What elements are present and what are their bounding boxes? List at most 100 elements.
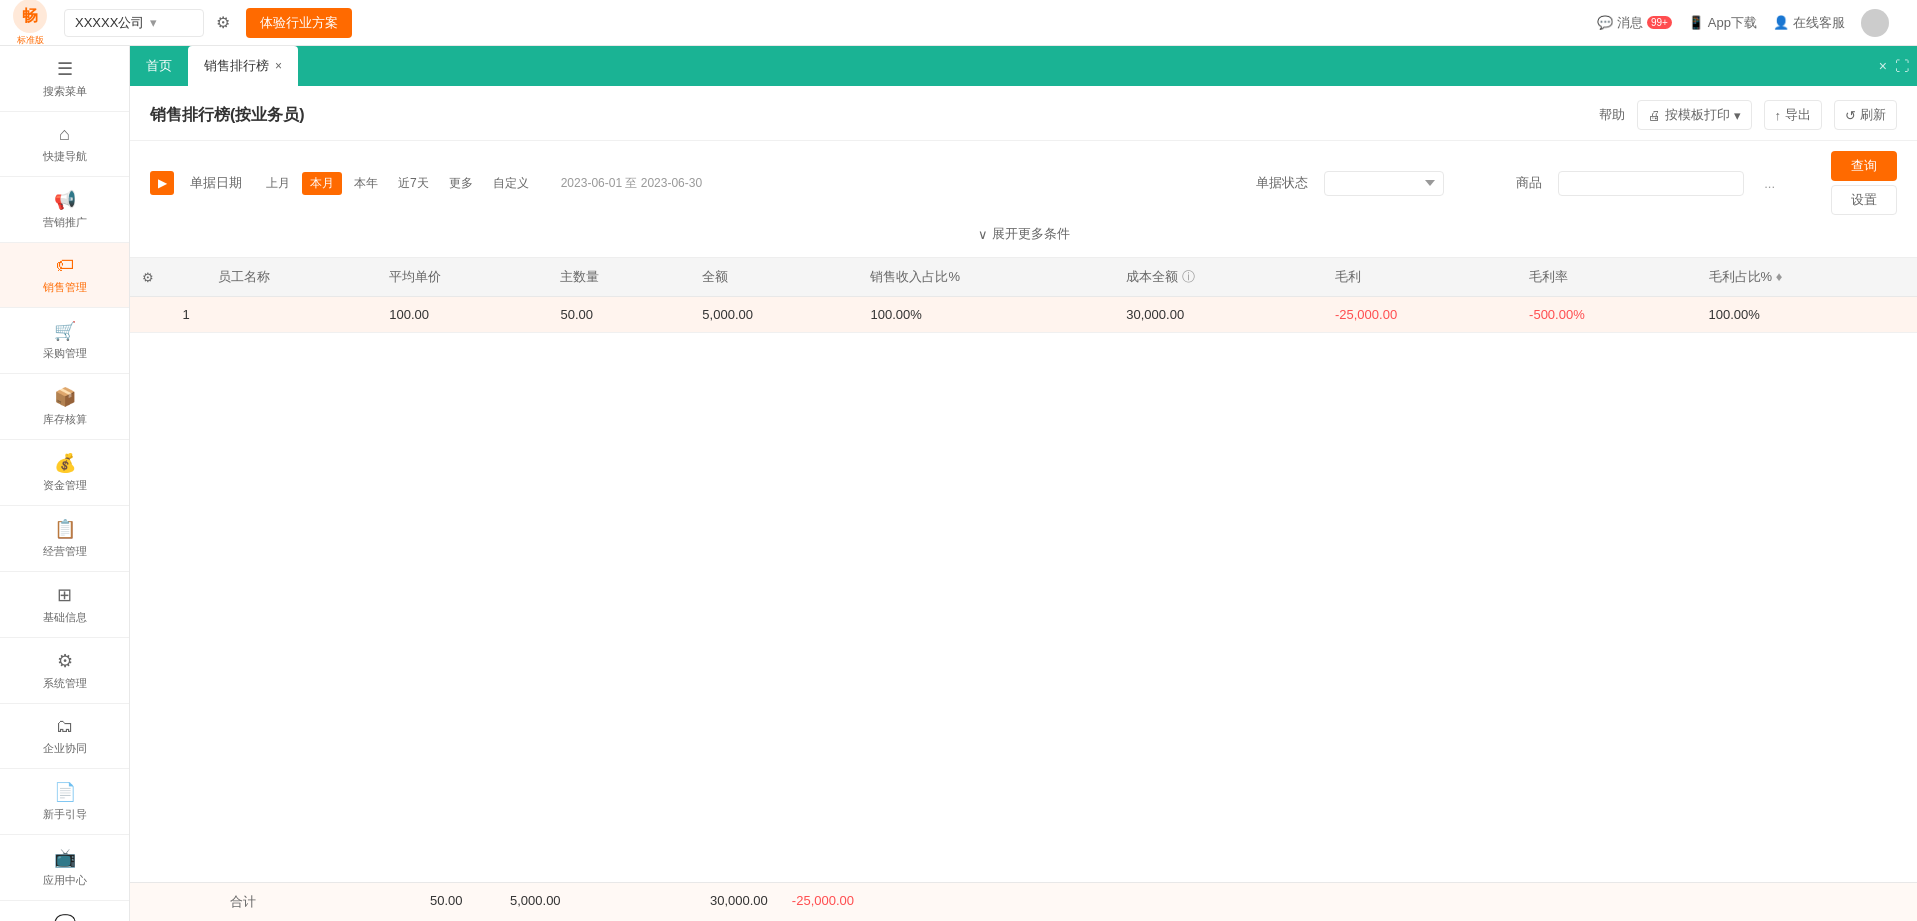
footer-amount: 5,000.00: [498, 893, 578, 911]
online-service-button[interactable]: 👤 在线客服: [1773, 14, 1845, 32]
date-filter-label: 单据日期: [190, 174, 242, 192]
row-settings-cell: [130, 297, 166, 333]
guide-icon: 📄: [54, 781, 76, 803]
last-month-button[interactable]: 上月: [258, 172, 298, 195]
export-label: 导出: [1785, 106, 1811, 124]
col-cost-amount-label: 成本全额: [1126, 269, 1178, 284]
col-avg-price-label: 平均单价: [389, 269, 441, 284]
message-icon: 💬: [1597, 15, 1613, 30]
sidebar-item-finance[interactable]: 💰 资金管理: [0, 440, 129, 506]
col-settings[interactable]: ⚙: [130, 258, 166, 297]
help-button[interactable]: 帮助: [1599, 106, 1625, 124]
window-close-icon[interactable]: ×: [1879, 58, 1887, 74]
headset-icon: 👤: [1773, 15, 1789, 30]
template-print-button[interactable]: 🖨 按模板打印 ▾: [1637, 100, 1752, 130]
query-button[interactable]: 查询: [1831, 151, 1897, 181]
row-avg-price-cell: 100.00: [377, 297, 548, 333]
row-sales-pct-cell: 100.00%: [858, 297, 1114, 333]
print-icon: 🖨: [1648, 108, 1661, 123]
trial-button[interactable]: 体验行业方案: [246, 8, 352, 38]
sidebar-item-enterprise[interactable]: 🗂 企业协同: [0, 704, 129, 769]
footer-qty: 50.00: [418, 893, 498, 911]
col-gross-pct: 毛利占比% ♦: [1697, 258, 1917, 297]
more-date-button[interactable]: 更多: [441, 172, 481, 195]
row-amount-cell: 5,000.00: [690, 297, 858, 333]
sidebar-item-quicknav[interactable]: ⌂ 快捷导航: [0, 112, 129, 177]
messages-button[interactable]: 💬 消息 99+: [1597, 14, 1672, 32]
sidebar-item-purchase[interactable]: 🛒 采购管理: [0, 308, 129, 374]
message-badge: 99+: [1647, 16, 1672, 29]
chevron-down-icon: ▾: [150, 15, 157, 30]
sidebar-item-operations[interactable]: 📋 经营管理: [0, 506, 129, 572]
export-button[interactable]: ↑ 导出: [1764, 100, 1823, 130]
status-filter-label: 单据状态: [1256, 174, 1308, 192]
col-qty-label: 主数量: [560, 269, 599, 284]
row-rank-cell: 1: [166, 297, 206, 333]
goods-input[interactable]: [1558, 171, 1744, 196]
sidebar-label-system: 系统管理: [43, 676, 87, 691]
sidebar-label-guide: 新手引导: [43, 807, 87, 822]
operations-icon: 📋: [54, 518, 76, 540]
table-row: 1 100.00 50.00 5,000.00 100.00% 30,000.0…: [130, 297, 1917, 333]
row-qty-cell: 50.00: [548, 297, 690, 333]
app-download-label: App下载: [1708, 14, 1757, 32]
app-download-button[interactable]: 📱 App下载: [1688, 14, 1757, 32]
collapse-arrow-button[interactable]: ▶: [150, 171, 174, 195]
sidebar-item-app-center[interactable]: 📺 应用中心: [0, 835, 129, 901]
col-gross-profit: 毛利: [1323, 258, 1517, 297]
sidebar-item-system[interactable]: ⚙ 系统管理: [0, 638, 129, 704]
sidebar-label-finance: 资金管理: [43, 478, 87, 493]
sidebar-item-basic-info[interactable]: ⊞ 基础信息: [0, 572, 129, 638]
wechat-icon: 💬: [54, 913, 76, 921]
last7days-button[interactable]: 近7天: [390, 172, 437, 195]
row-gross-profit-cell: -25,000.00: [1323, 297, 1517, 333]
sidebar-item-marketing[interactable]: 📢 营销推广: [0, 177, 129, 243]
sidebar-item-wechat[interactable]: 💬 企业微信: [0, 901, 129, 921]
sidebar-item-search[interactable]: ☰ 搜索菜单: [0, 46, 129, 112]
footer-rank-col: [178, 893, 218, 911]
finance-icon: 💰: [54, 452, 76, 474]
export-icon: ↑: [1775, 108, 1782, 123]
user-avatar[interactable]: [1861, 9, 1889, 37]
inventory-icon: 📦: [54, 386, 76, 408]
status-select[interactable]: [1324, 171, 1444, 196]
custom-date-button[interactable]: 自定义: [485, 172, 537, 195]
current-month-button[interactable]: 本月: [302, 172, 342, 195]
message-label: 消息: [1617, 14, 1643, 32]
expand-conditions-label: 展开更多条件: [992, 225, 1070, 243]
refresh-button[interactable]: ↺ 刷新: [1834, 100, 1897, 130]
app-center-icon: 📺: [54, 847, 76, 869]
footer-cost-amount: 30,000.00: [698, 893, 780, 911]
sidebar-item-sales[interactable]: 🏷 销售管理: [0, 243, 129, 308]
tab-home[interactable]: 首页: [130, 46, 188, 86]
expand-conditions-button[interactable]: ∨ 展开更多条件: [150, 221, 1897, 247]
current-year-button[interactable]: 本年: [346, 172, 386, 195]
sidebar-label-marketing: 营销推广: [43, 215, 87, 230]
status-select-wrapper[interactable]: [1324, 171, 1444, 196]
col-employee-name-label: 员工名称: [218, 269, 270, 284]
gross-pct-icon: ♦: [1776, 269, 1783, 284]
company-selector[interactable]: XXXXX公司 ▾: [64, 9, 204, 37]
settings-button[interactable]: 设置: [1831, 185, 1897, 215]
footer-gross-pct: [946, 893, 1026, 911]
window-maximize-icon[interactable]: ⛶: [1895, 58, 1909, 74]
gear-settings-button[interactable]: ⚙: [212, 9, 234, 36]
sidebar-label-enterprise: 企业协同: [43, 741, 87, 756]
col-employee-name: 员工名称: [206, 258, 377, 297]
sidebar-label-search: 搜索菜单: [43, 84, 87, 99]
date-range-display: 2023-06-01 至 2023-06-30: [561, 175, 702, 192]
tab-close-icon[interactable]: ×: [275, 59, 282, 73]
goods-more-button[interactable]: ...: [1760, 176, 1779, 191]
tab-sales-ranking[interactable]: 销售排行榜 ×: [188, 46, 298, 86]
sidebar-label-basic-info: 基础信息: [43, 610, 87, 625]
footer-avg-price: [318, 893, 418, 911]
table-settings-icon[interactable]: ⚙: [142, 270, 154, 285]
sidebar-item-guide[interactable]: 📄 新手引导: [0, 769, 129, 835]
date-filter-group: 上月 本月 本年 近7天 更多 自定义: [258, 172, 537, 195]
row-gross-rate-cell: -500.00%: [1517, 297, 1696, 333]
sidebar-item-inventory[interactable]: 📦 库存核算: [0, 374, 129, 440]
marketing-icon: 📢: [54, 189, 76, 211]
cost-info-icon[interactable]: ⓘ: [1182, 269, 1195, 284]
row-cost-amount-cell: 30,000.00: [1114, 297, 1323, 333]
page-title: 销售排行榜(按业务员): [150, 105, 305, 126]
